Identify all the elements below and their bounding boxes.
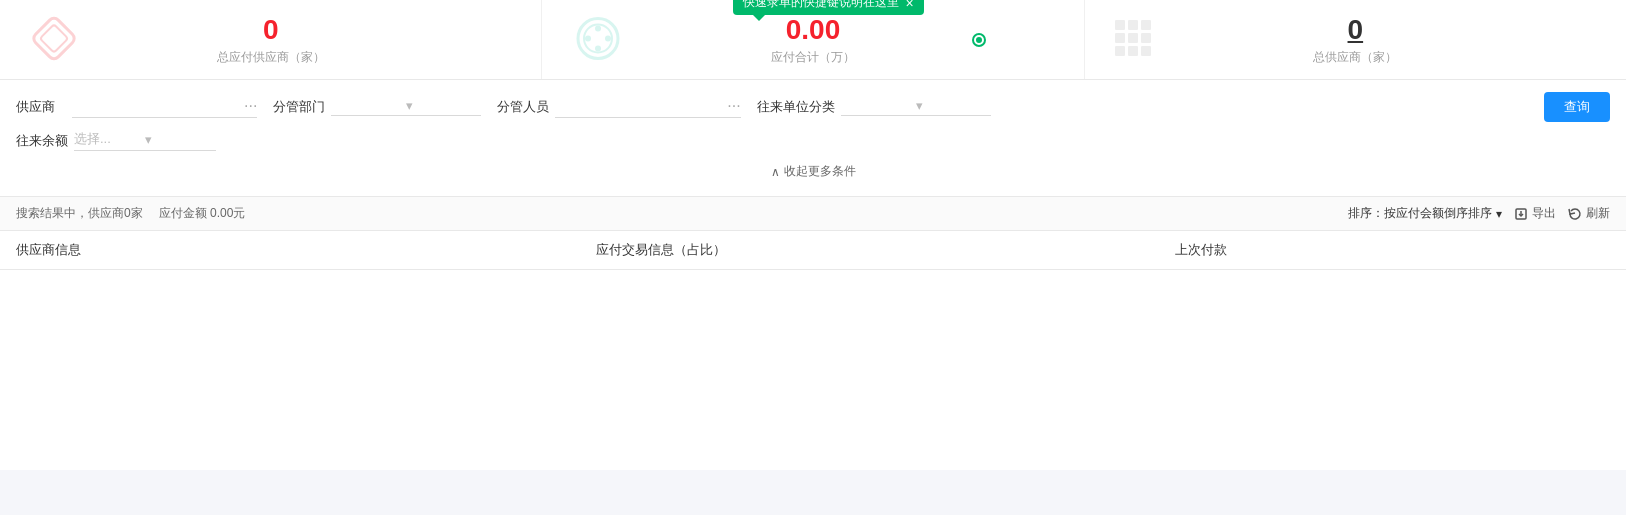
result-bar: 搜索结果中，供应商0家 应付金额 0.00元 排序：按应付会额倒序排序 ▾ 导出… xyxy=(0,197,1626,231)
col-header-transaction: 应付交易信息（占比） xyxy=(596,241,1176,259)
filter-row-1: 供应商 ··· 分管部门 ▾ 分管人员 ··· 往来单位分类 xyxy=(16,92,1610,122)
person-input-wrap: ··· xyxy=(555,97,740,118)
department-label: 分管部门 xyxy=(273,98,325,116)
filter-balance: 往来余额 选择... ▾ xyxy=(16,130,216,151)
tooltip-close-btn[interactable]: × xyxy=(905,0,913,10)
payable-suppliers-number: 0 xyxy=(263,13,279,47)
filter-unit-category: 往来单位分类 ▾ xyxy=(757,98,991,116)
sort-label: 排序：按应付会额倒序排序 xyxy=(1348,205,1492,222)
table-header: 供应商信息 应付交易信息（占比） 上次付款 xyxy=(0,231,1626,270)
payable-total-label: 应付合计（万） xyxy=(771,49,855,66)
payable-total-number: 0.00 xyxy=(786,13,841,47)
stats-bar: 0 总应付供应商（家） 快速录单的快捷键说明在这里 × 0.00 应付合计（万） xyxy=(0,0,1626,80)
svg-point-6 xyxy=(585,35,591,41)
result-payable-amount: 应付金额 0.00元 xyxy=(159,205,246,222)
refresh-btn[interactable]: 刷新 xyxy=(1568,205,1610,222)
stat-total-suppliers: 0 总供应商（家） xyxy=(1085,0,1626,79)
total-suppliers-number: 0 xyxy=(1348,13,1364,47)
balance-select-wrap[interactable]: 选择... ▾ xyxy=(74,130,216,151)
grid-icon xyxy=(1115,20,1155,60)
tooltip-dot xyxy=(974,35,984,45)
filter-person: 分管人员 ··· xyxy=(497,97,740,118)
svg-rect-0 xyxy=(31,15,76,60)
payable-suppliers-label: 总应付供应商（家） xyxy=(217,49,325,66)
tooltip-bar: 快速录单的快捷键说明在这里 × xyxy=(733,0,923,15)
refresh-icon xyxy=(1568,207,1582,221)
supplier-label: 供应商 xyxy=(16,98,66,116)
filter-row-2: 往来余额 选择... ▾ xyxy=(16,130,1610,151)
unit-category-chevron-icon: ▾ xyxy=(916,98,991,113)
svg-point-5 xyxy=(595,45,601,51)
collapse-chevron-icon: ∧ xyxy=(771,165,780,179)
filter-bar: 供应商 ··· 分管部门 ▾ 分管人员 ··· 往来单位分类 xyxy=(0,80,1626,197)
department-chevron-icon: ▾ xyxy=(406,98,481,113)
balance-placeholder: 选择... xyxy=(74,130,145,148)
refresh-label: 刷新 xyxy=(1586,205,1610,222)
col-header-supplier: 供应商信息 xyxy=(16,241,596,259)
stat-payable-total: 快速录单的快捷键说明在这里 × 0.00 应付合计（万） xyxy=(542,0,1084,79)
query-button[interactable]: 查询 xyxy=(1544,92,1610,122)
export-btn[interactable]: 导出 xyxy=(1514,205,1556,222)
col-header-lastpay: 上次付款 xyxy=(1175,241,1610,259)
collapse-label: 收起更多条件 xyxy=(784,163,856,180)
balance-label: 往来余额 xyxy=(16,132,68,150)
svg-rect-1 xyxy=(40,24,68,52)
balance-chevron-icon: ▾ xyxy=(145,132,216,147)
person-dots-btn[interactable]: ··· xyxy=(727,97,740,115)
result-left: 搜索结果中，供应商0家 应付金额 0.00元 xyxy=(16,205,245,222)
tooltip-text: 快速录单的快捷键说明在这里 xyxy=(743,0,899,11)
filter-department: 分管部门 ▾ xyxy=(273,98,481,116)
sort-chevron-icon: ▾ xyxy=(1496,207,1502,221)
result-suppliers-count: 搜索结果中，供应商0家 xyxy=(16,205,143,222)
supplier-input-wrap: ··· xyxy=(72,97,257,118)
total-suppliers-label: 总供应商（家） xyxy=(1313,49,1397,66)
unit-category-select-wrap[interactable]: ▾ xyxy=(841,98,991,116)
export-label: 导出 xyxy=(1532,205,1556,222)
person-label: 分管人员 xyxy=(497,98,549,116)
table-body xyxy=(0,270,1626,470)
export-icon xyxy=(1514,207,1528,221)
diamond-icon xyxy=(30,14,78,65)
svg-point-7 xyxy=(605,35,611,41)
sort-select[interactable]: 排序：按应付会额倒序排序 ▾ xyxy=(1348,205,1502,222)
unit-category-label: 往来单位分类 xyxy=(757,98,835,116)
stat-payable-suppliers: 0 总应付供应商（家） xyxy=(0,0,542,79)
filter-supplier: 供应商 ··· xyxy=(16,97,257,118)
person-input[interactable] xyxy=(555,98,723,113)
supplier-dots-btn[interactable]: ··· xyxy=(244,97,257,115)
cookie-icon xyxy=(572,12,624,67)
result-right: 排序：按应付会额倒序排序 ▾ 导出 刷新 xyxy=(1348,205,1610,222)
department-select-wrap[interactable]: ▾ xyxy=(331,98,481,116)
supplier-input[interactable] xyxy=(72,98,240,113)
collapse-btn[interactable]: ∧ 收起更多条件 xyxy=(759,159,868,184)
svg-point-4 xyxy=(595,25,601,31)
